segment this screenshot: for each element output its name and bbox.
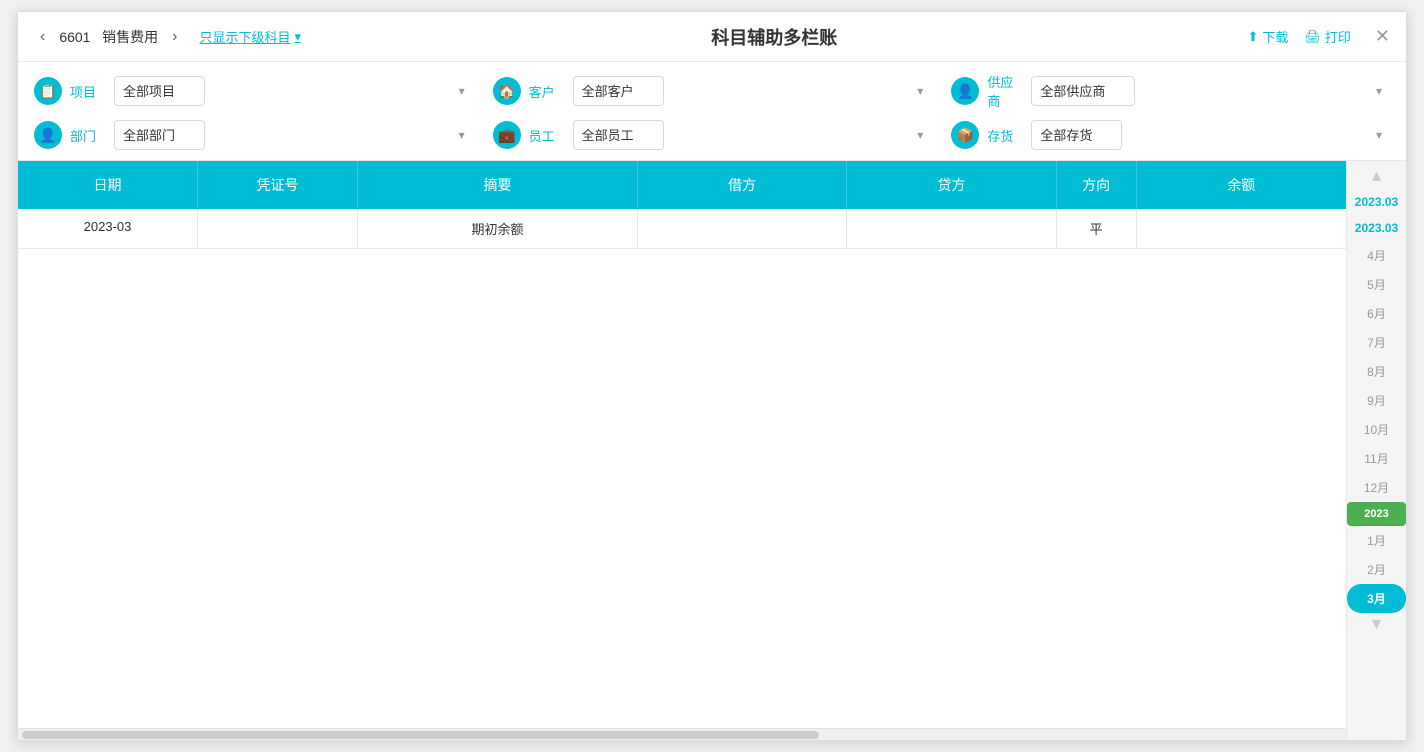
table-header: 日期 凭证号 摘要 借方 贷方 方向 余额 xyxy=(18,161,1346,209)
customer-label: 客户 xyxy=(529,82,565,101)
scrollbar-thumb xyxy=(22,731,819,739)
month-item-12[interactable]: 12月 xyxy=(1347,473,1406,502)
table-body: 2023-03 期初余额 平 xyxy=(18,209,1346,728)
modal-header: ‹ 6601 销售费用 › 只显示下级科目 ▾ 科目辅助多栏账 ⬆ 下载 🖨 打… xyxy=(18,12,1406,62)
scroll-down-button[interactable]: ▼ xyxy=(1357,613,1397,637)
main-area: 日期 凭证号 摘要 借方 贷方 方向 余额 2023-03 期初余额 平 xyxy=(18,161,1406,740)
month-item-7[interactable]: 7月 xyxy=(1347,328,1406,357)
month-item-10[interactable]: 10月 xyxy=(1347,415,1406,444)
project-select[interactable]: 全部项目 xyxy=(114,76,205,106)
month-item-8[interactable]: 8月 xyxy=(1347,357,1406,386)
month-item-2023-03-b[interactable]: 2023.03 xyxy=(1347,215,1406,241)
inventory-filter: 📦 存货 全部存货 xyxy=(951,120,1390,150)
col-balance: 余额 xyxy=(1137,161,1346,209)
close-button[interactable]: ✕ xyxy=(1375,26,1390,47)
col-summary: 摘要 xyxy=(358,161,638,209)
next-account-button[interactable]: › xyxy=(166,26,183,48)
month-item-5[interactable]: 5月 xyxy=(1347,270,1406,299)
download-icon: ⬆ xyxy=(1247,29,1258,45)
modal-container: ‹ 6601 销售费用 › 只显示下级科目 ▾ 科目辅助多栏账 ⬆ 下载 🖨 打… xyxy=(17,11,1407,741)
month-item-3-active[interactable]: 3月 xyxy=(1347,584,1406,613)
department-filter: 👤 部门 全部部门 xyxy=(34,120,473,150)
cell-direction: 平 xyxy=(1057,209,1137,248)
supplier-icon: 👤 xyxy=(951,77,979,105)
scroll-up-button[interactable]: ▲ xyxy=(1357,165,1397,189)
employee-icon: 💼 xyxy=(493,121,521,149)
cell-summary: 期初余额 xyxy=(358,209,638,248)
col-direction: 方向 xyxy=(1057,161,1137,209)
customer-icon: 🏠 xyxy=(493,77,521,105)
prev-account-button[interactable]: ‹ xyxy=(34,26,51,48)
department-label: 部门 xyxy=(70,126,106,145)
month-item-1[interactable]: 1月 xyxy=(1347,526,1406,555)
month-item-4[interactable]: 4月 xyxy=(1347,241,1406,270)
account-code: 6601 销售费用 xyxy=(59,27,158,47)
employee-filter: 💼 员工 全部员工 xyxy=(493,120,932,150)
supplier-label: 供应商 xyxy=(987,72,1023,110)
customer-select[interactable]: 全部客户 xyxy=(573,76,664,106)
year-badge-2023[interactable]: 2023 xyxy=(1347,502,1406,526)
month-item-2[interactable]: 2月 xyxy=(1347,555,1406,584)
month-item-6[interactable]: 6月 xyxy=(1347,299,1406,328)
department-icon: 👤 xyxy=(34,121,62,149)
cell-date: 2023-03 xyxy=(18,209,198,248)
cell-credit xyxy=(847,209,1056,248)
table-area: 日期 凭证号 摘要 借方 贷方 方向 余额 2023-03 期初余额 平 xyxy=(18,161,1346,740)
col-date: 日期 xyxy=(18,161,198,209)
col-credit: 贷方 xyxy=(847,161,1056,209)
employee-select[interactable]: 全部员工 xyxy=(573,120,664,150)
download-button[interactable]: ⬆ 下载 xyxy=(1247,27,1288,46)
month-item-9[interactable]: 9月 xyxy=(1347,386,1406,415)
month-sidebar: ▲ 2023.03 2023.03 4月 5月 6月 7月 8月 9月 10月 … xyxy=(1346,161,1406,740)
supplier-select[interactable]: 全部供应商 xyxy=(1031,76,1135,106)
page-title: 科目辅助多栏账 xyxy=(301,24,1247,50)
project-filter: 📋 项目 全部项目 xyxy=(34,72,473,110)
bottom-scrollbar[interactable] xyxy=(18,728,1346,740)
project-label: 项目 xyxy=(70,82,106,101)
print-button[interactable]: 🖨 打印 xyxy=(1304,27,1351,46)
col-debit: 借方 xyxy=(638,161,847,209)
month-item-11[interactable]: 11月 xyxy=(1347,444,1406,473)
cell-voucher xyxy=(198,209,358,248)
only-sub-button[interactable]: 只显示下级科目 ▾ xyxy=(199,27,301,46)
cell-balance xyxy=(1137,209,1346,248)
print-icon: 🖨 xyxy=(1304,29,1321,45)
cell-debit xyxy=(638,209,847,248)
header-actions: ⬆ 下载 🖨 打印 ✕ xyxy=(1247,26,1390,47)
customer-filter: 🏠 客户 全部客户 xyxy=(493,72,932,110)
inventory-label: 存货 xyxy=(987,126,1023,145)
month-item-2023-03-a[interactable]: 2023.03 xyxy=(1347,189,1406,215)
filter-bar: 📋 项目 全部项目 🏠 客户 全部客户 👤 供应商 全 xyxy=(18,62,1406,161)
supplier-filter: 👤 供应商 全部供应商 xyxy=(951,72,1390,110)
col-voucher: 凭证号 xyxy=(198,161,358,209)
employee-label: 员工 xyxy=(529,126,565,145)
table-row: 2023-03 期初余额 平 xyxy=(18,209,1346,249)
inventory-icon: 📦 xyxy=(951,121,979,149)
project-icon: 📋 xyxy=(34,77,62,105)
inventory-select[interactable]: 全部存货 xyxy=(1031,120,1122,150)
department-select[interactable]: 全部部门 xyxy=(114,120,205,150)
